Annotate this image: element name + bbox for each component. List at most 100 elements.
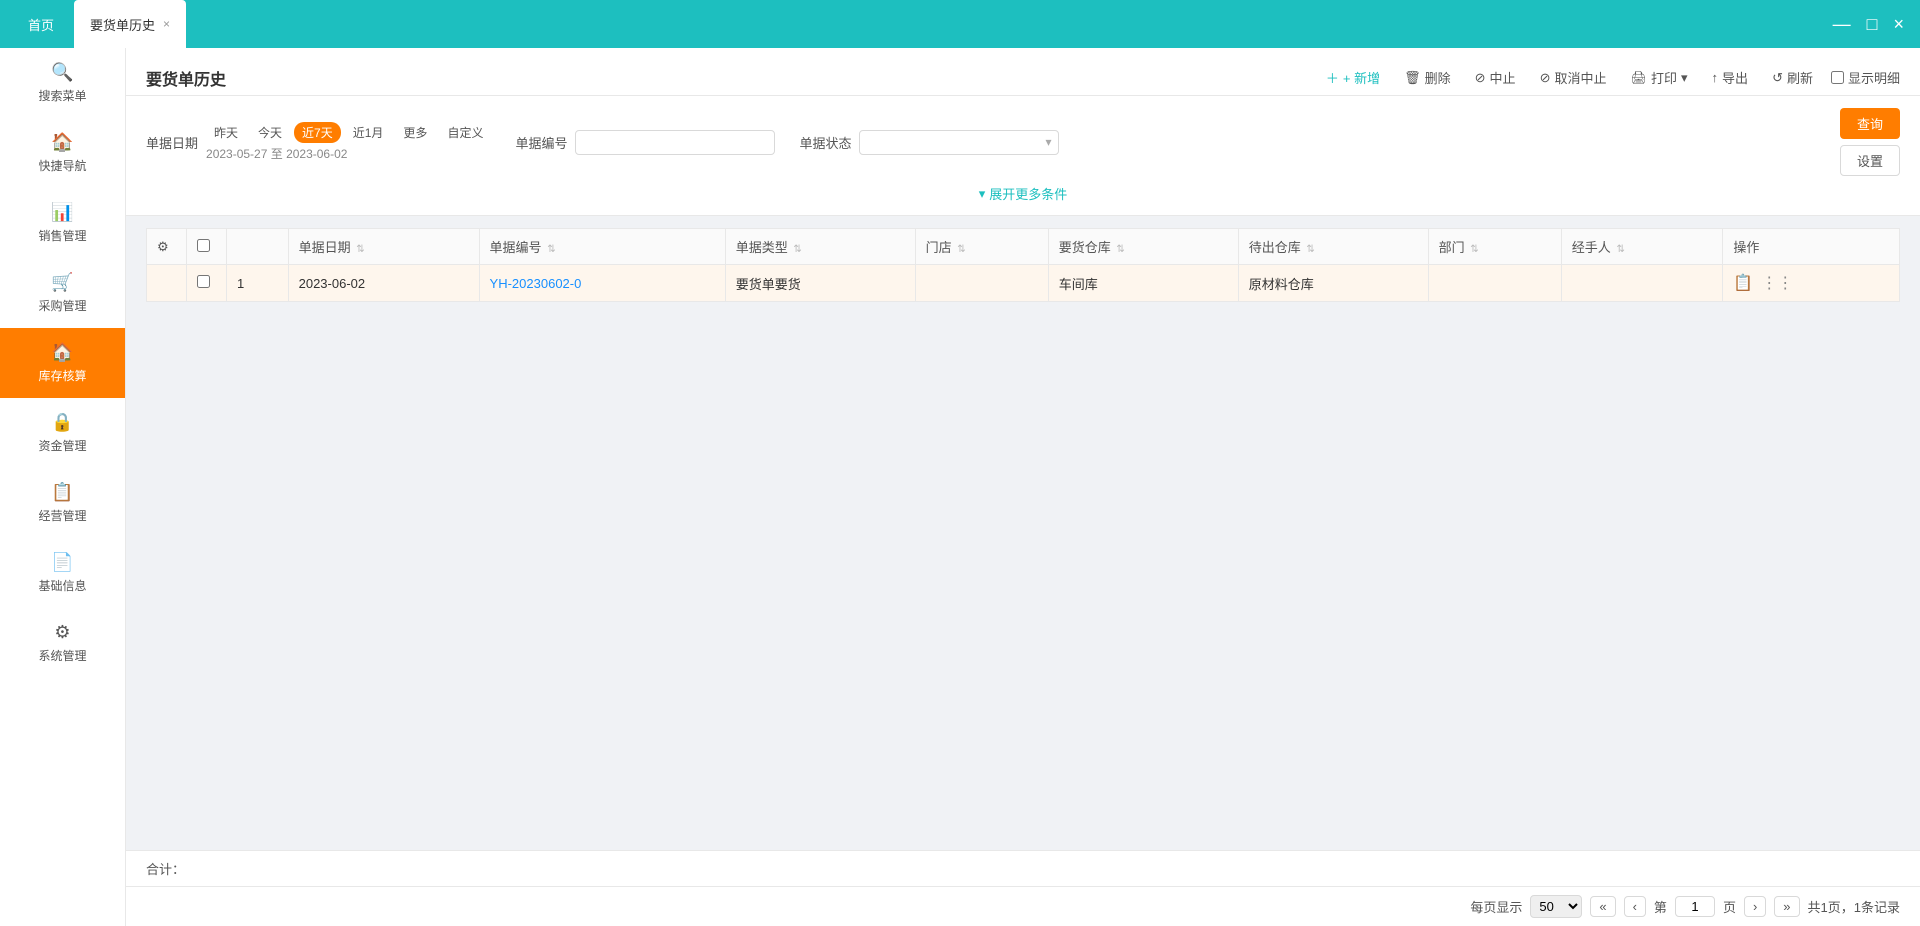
date-btn-custom[interactable]: 自定义 [439,122,491,143]
show-detail-toggle[interactable]: 显示明细 [1831,68,1900,87]
filter-row: 单据日期 昨天 今天 近7天 近1月 更多 自定义 2023-05-27 至 2… [146,108,1900,176]
stop-label: 中止 [1490,68,1516,87]
last-page-button[interactable]: » [1774,896,1799,917]
th-doc-date[interactable]: 单据日期 ⇅ [288,229,479,265]
delete-label: 删除 [1425,68,1451,87]
th-rowno [227,229,289,265]
per-page-select[interactable]: 50 100 [1530,895,1582,918]
top-bar: 首页 要货单历史 × — □ × [0,0,1920,48]
search-menu-icon: 🔍 [51,62,73,83]
pagination: 每页显示 50 100 « ‹ 第 页 › » 共1页，1条记录 [126,886,1920,926]
sidebar-item-quick-nav[interactable]: 🏠 快捷导航 [0,118,125,188]
tab-close-icon[interactable]: × [163,17,170,31]
th-req-warehouse-label: 要货仓库 [1059,240,1111,255]
table-row[interactable]: 1 2023-06-02 YH-20230602-0 要货单要货 车间库 原材料… [147,265,1900,302]
inventory-icon: 🏠 [51,342,73,363]
close-icon[interactable]: × [1889,10,1908,39]
quick-nav-icon: 🏠 [51,132,73,153]
th-store[interactable]: 门店 ⇅ [915,229,1048,265]
settings-button[interactable]: 设置 [1840,145,1900,176]
sidebar-item-system-mgmt[interactable]: ⚙ 系统管理 [0,608,125,678]
th-dept-label: 部门 [1439,240,1465,255]
basic-info-icon: 📄 [51,552,73,573]
date-btn-7days[interactable]: 近7天 [294,122,341,143]
sidebar-item-finance-mgmt[interactable]: 🔒 资金管理 [0,398,125,468]
summary-label: 合计： [146,862,185,877]
new-label: + 新增 [1343,68,1380,87]
first-page-button[interactable]: « [1590,896,1615,917]
tab-requisition-history[interactable]: 要货单历史 × [74,0,186,48]
print-dropdown-icon: ▾ [1681,70,1688,86]
table-body: 1 2023-06-02 YH-20230602-0 要货单要货 车间库 原材料… [147,265,1900,302]
th-req-warehouse[interactable]: 要货仓库 ⇅ [1048,229,1238,265]
filter-actions: 查询 设置 [1840,108,1900,176]
print-icon: 🖨 [1630,70,1647,86]
print-button[interactable]: 🖨 打印 ▾ [1624,64,1693,91]
tab-bar: 首页 要货单历史 × [12,0,1829,48]
new-button[interactable]: ＋ + 新增 [1320,64,1386,91]
sidebar-item-quick-nav-label: 快捷导航 [38,157,86,174]
sort-doc-type-icon: ⇅ [793,244,801,255]
next-page-button[interactable]: › [1744,896,1766,917]
show-detail-checkbox[interactable] [1831,71,1844,84]
tab-home[interactable]: 首页 [12,0,70,48]
prev-page-button[interactable]: ‹ [1624,896,1646,917]
stop-button[interactable]: ⊘ 中止 [1469,64,1522,91]
cancel-stop-button[interactable]: ⊘ 取消中止 [1534,64,1613,91]
per-page-label: 每页显示 [1470,897,1522,916]
date-btn-1month[interactable]: 近1月 [345,122,392,143]
edit-action-icon[interactable]: 📋 [1733,273,1753,293]
cancel-stop-icon: ⊘ [1540,70,1551,86]
th-actions: 操作 [1723,229,1900,265]
finance-mgmt-icon: 🔒 [51,412,73,433]
maximize-icon[interactable]: □ [1863,10,1882,39]
filter-date-label: 单据日期 [146,133,198,152]
sidebar-item-search-menu-label: 搜索菜单 [38,87,86,104]
th-checkbox [187,229,227,265]
sidebar-item-operations-mgmt[interactable]: 📋 经营管理 [0,468,125,538]
th-dept[interactable]: 部门 ⇅ [1428,229,1561,265]
table-header-row: ⚙ 单据日期 ⇅ 单据编号 ⇅ [147,229,1900,265]
more-action-icon[interactable]: ⋮⋮ [1761,273,1793,293]
date-btn-yesterday[interactable]: 昨天 [206,122,246,143]
sidebar-item-search-menu[interactable]: 🔍 搜索菜单 [0,48,125,118]
delete-button[interactable]: 🗑 删除 [1398,64,1457,91]
sidebar-item-inventory-label: 库存核算 [38,367,86,384]
sidebar-item-inventory[interactable]: 🏠 库存核算 [0,328,125,398]
sidebar-item-purchase-mgmt[interactable]: 🛒 采购管理 [0,258,125,328]
th-handler-label: 经手人 [1572,240,1611,255]
filter-docno-label: 单据编号 [515,133,567,152]
row-checkbox[interactable] [197,275,210,288]
filter-date: 单据日期 昨天 今天 近7天 近1月 更多 自定义 2023-05-27 至 2… [146,122,491,162]
query-button[interactable]: 查询 [1840,108,1900,139]
refresh-button[interactable]: ↺ 刷新 [1766,64,1819,91]
table-head: ⚙ 单据日期 ⇅ 单据编号 ⇅ [147,229,1900,265]
th-handler[interactable]: 经手人 ⇅ [1561,229,1723,265]
sidebar-item-sales-mgmt[interactable]: 📊 销售管理 [0,188,125,258]
doc-no-link[interactable]: YH-20230602-0 [490,276,582,291]
td-settings [147,265,187,302]
expand-more-label: 展开更多条件 [989,184,1067,203]
minimize-icon[interactable]: — [1829,10,1855,39]
th-doc-type[interactable]: 单据类型 ⇅ [725,229,915,265]
sidebar-item-basic-info[interactable]: 📄 基础信息 [0,538,125,608]
expand-more-button[interactable]: ▾ 展开更多条件 [146,184,1900,203]
filter-docno-input[interactable] [575,130,775,155]
filter-date-col: 昨天 今天 近7天 近1月 更多 自定义 2023-05-27 至 2023-0… [206,122,491,162]
th-doc-type-label: 单据类型 [736,240,788,255]
export-button[interactable]: ↑ 导出 [1706,64,1755,91]
sidebar-item-sales-mgmt-label: 销售管理 [38,227,86,244]
page-unit: 页 [1723,897,1736,916]
cancel-stop-label: 取消中止 [1554,68,1606,87]
page-number-input[interactable] [1675,896,1715,917]
th-pending-warehouse[interactable]: 待出仓库 ⇅ [1238,229,1428,265]
tab-home-label: 首页 [28,15,54,34]
td-checkbox [187,265,227,302]
date-btn-today[interactable]: 今天 [250,122,290,143]
filter-status-select[interactable] [859,130,1059,155]
sort-req-warehouse-icon: ⇅ [1116,244,1124,255]
select-all-checkbox[interactable] [197,239,210,252]
th-doc-no[interactable]: 单据编号 ⇅ [479,229,725,265]
table-container: ⚙ 单据日期 ⇅ 单据编号 ⇅ [126,216,1920,850]
date-btn-more[interactable]: 更多 [395,122,435,143]
